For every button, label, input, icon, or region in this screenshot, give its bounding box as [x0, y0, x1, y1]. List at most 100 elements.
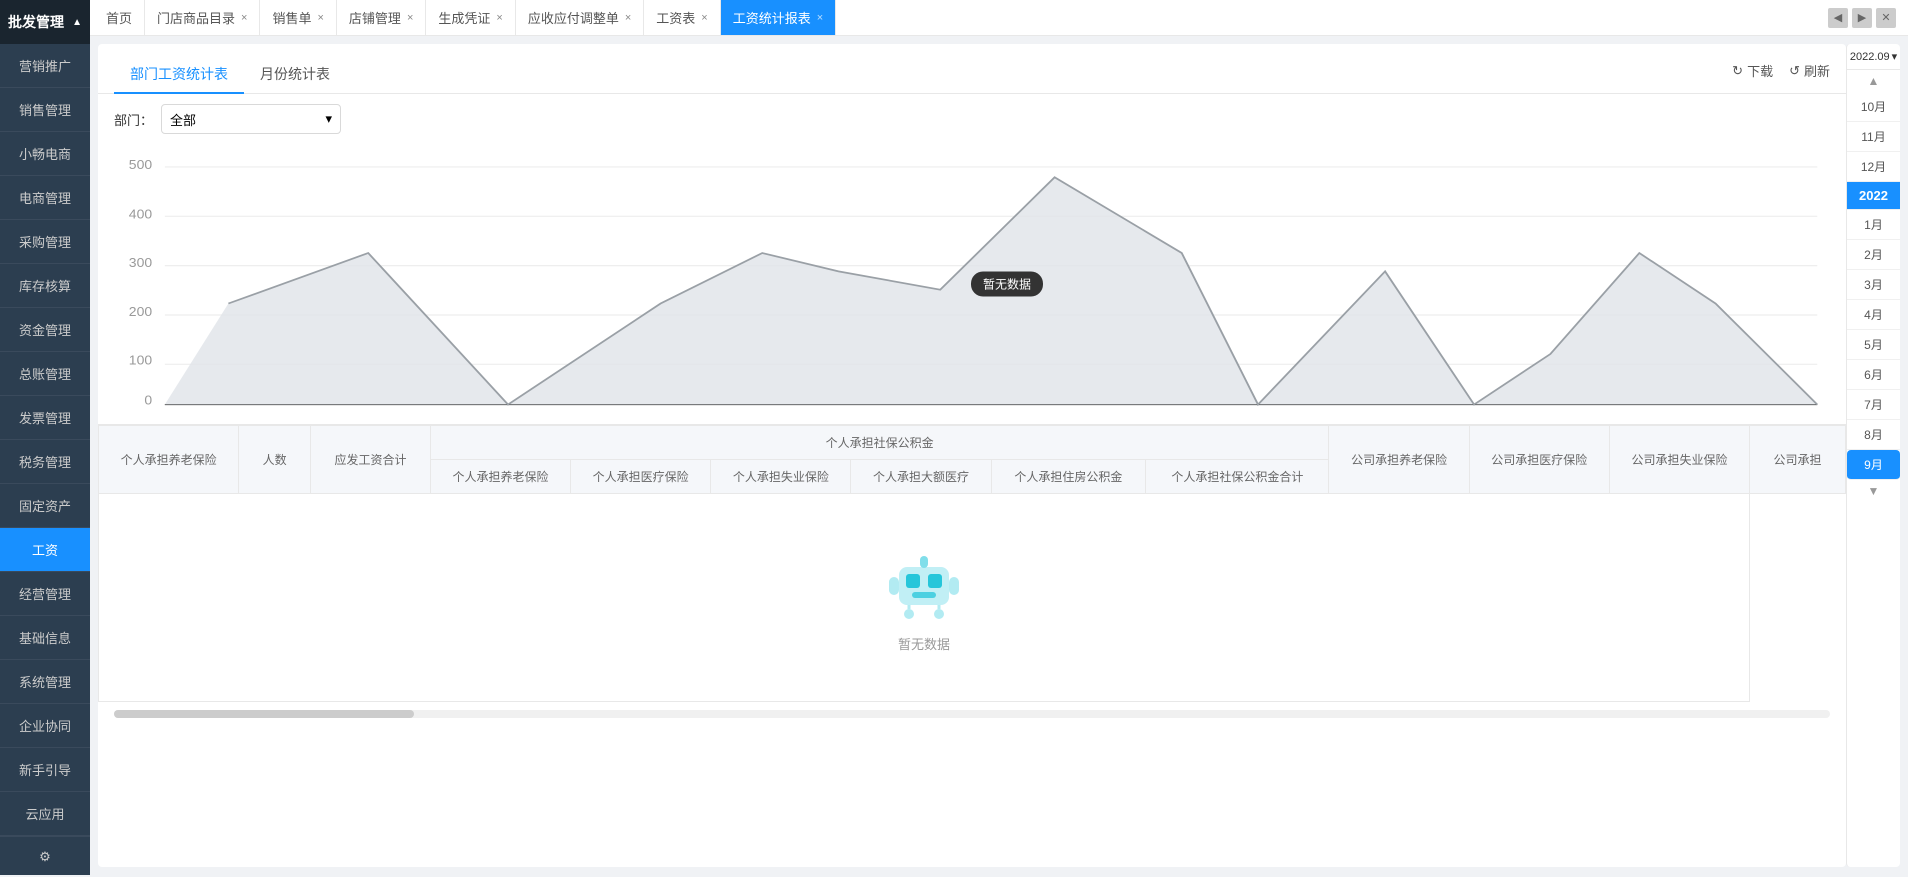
sidebar-header[interactable]: 批发管理 ▲ [0, 0, 90, 44]
date-month-10[interactable]: 10月 [1847, 92, 1900, 122]
sidebar-item-purchase[interactable]: 采购管理 [0, 220, 90, 264]
date-month-12[interactable]: 12月 [1847, 152, 1900, 182]
date-month-1[interactable]: 1月 [1847, 210, 1900, 240]
sidebar-item-invoice[interactable]: 发票管理 [0, 396, 90, 440]
sidebar-item-inventory[interactable]: 库存核算 [0, 264, 90, 308]
sidebar-item-finance[interactable]: 资金管理 [0, 308, 90, 352]
col-personal-medical: 个人承担医疗保险 [571, 460, 711, 494]
col-personal-total: 个人承担社保公积金合计 [1146, 460, 1329, 494]
tab-shop-mgmt[interactable]: 店铺管理 × [337, 0, 426, 36]
sidebar-item-xiaochangec[interactable]: 小畅电商 [0, 132, 90, 176]
date-month-11[interactable]: 11月 [1847, 122, 1900, 152]
tab-close-ar-ap[interactable]: × [625, 12, 631, 24]
col-total-salary: 应发工资合计 [311, 426, 431, 494]
sidebar-item-guide[interactable]: 新手引导 [0, 748, 90, 792]
tab-close-all-button[interactable]: ✕ [1876, 8, 1896, 28]
date-month-2[interactable]: 2月 [1847, 240, 1900, 270]
dept-select-value: 全部 [170, 110, 196, 129]
chart-area: 500 400 300 200 100 0 [98, 144, 1846, 424]
page-area: 部门工资统计表 月份统计表 ↻ 下载 ↺ 刷新 [90, 36, 1908, 875]
col-personal-major-medical: 个人承担大额医疗 [851, 460, 991, 494]
date-month-8[interactable]: 8月 [1847, 420, 1900, 450]
horizontal-scrollbar[interactable] [114, 710, 1830, 718]
sidebar-item-system[interactable]: 系统管理 [0, 660, 90, 704]
date-nav-down-button[interactable]: ▼ [1847, 480, 1900, 502]
tab-voucher[interactable]: 生成凭证 × [426, 0, 515, 36]
col-company-old: 公司承担养老保险 [1329, 426, 1469, 494]
svg-text:500: 500 [129, 158, 152, 172]
dept-select[interactable]: 全部 ▾ [161, 104, 341, 134]
col-personal-old: 个人承担养老保险 [430, 460, 570, 494]
sidebar-item-basic-info[interactable]: 基础信息 [0, 616, 90, 660]
tab-close-payroll-report[interactable]: × [817, 12, 823, 24]
date-current-label[interactable]: 2022.09 ▾ [1847, 44, 1900, 70]
scrollbar-thumb[interactable] [114, 710, 414, 718]
sub-tab-monthly[interactable]: 月份统计表 [244, 56, 346, 94]
tab-scroll-left-button[interactable]: ◀ [1828, 8, 1848, 28]
sidebar-item-ledger[interactable]: 总账管理 [0, 352, 90, 396]
sidebar-item-sales[interactable]: 销售管理 [0, 88, 90, 132]
tab-store-catalog[interactable]: 门店商品目录 × [145, 0, 260, 36]
col-personal-social: 个人承担社保公积金 [430, 426, 1329, 460]
sidebar-item-tax[interactable]: 税务管理 [0, 440, 90, 484]
date-month-6[interactable]: 6月 [1847, 360, 1900, 390]
sidebar-item-ecommerce[interactable]: 电商管理 [0, 176, 90, 220]
sidebar-item-assets[interactable]: 固定资产 [0, 484, 90, 528]
sidebar-title: 批发管理 [8, 12, 64, 32]
tab-ar-ap[interactable]: 应收应付调整单 × [516, 0, 644, 36]
empty-text: 暂无数据 [898, 634, 950, 653]
tab-close-shop-mgmt[interactable]: × [407, 12, 413, 24]
sidebar-item-operations[interactable]: 经营管理 [0, 572, 90, 616]
svg-text:300: 300 [129, 255, 152, 269]
table-area[interactable]: 个人承担养老保险 人数 应发工资合计 个人承担社保公积金 公司承担养老保险 公司… [98, 424, 1846, 867]
tab-bar-actions: ◀ ▶ ✕ [1828, 8, 1904, 28]
download-icon: ↻ [1732, 63, 1743, 79]
sidebar-item-payroll[interactable]: 工资 [0, 528, 90, 572]
sidebar-item-cloud[interactable]: 云应用 [0, 792, 90, 836]
col-company-medical: 公司承担医疗保险 [1469, 426, 1609, 494]
date-dropdown-icon: ▾ [1892, 50, 1898, 63]
tab-home[interactable]: 首页 [94, 0, 145, 36]
tab-sales[interactable]: 销售单 × [260, 0, 336, 36]
date-month-7[interactable]: 7月 [1847, 390, 1900, 420]
download-button[interactable]: ↻ 下载 [1732, 61, 1773, 80]
sub-tab-dept-payroll[interactable]: 部门工资统计表 [114, 56, 244, 94]
col-personal-housing: 个人承担住房公积金 [991, 460, 1146, 494]
col-dept: 个人承担养老保险 [99, 426, 239, 494]
tab-close-store-catalog[interactable]: × [241, 12, 247, 24]
chart-svg: 500 400 300 200 100 0 [114, 152, 1830, 416]
sidebar-item-cooperation[interactable]: 企业协同 [0, 704, 90, 748]
date-month-3[interactable]: 3月 [1847, 270, 1900, 300]
tab-close-sales[interactable]: × [317, 12, 323, 24]
tab-bar: 首页 门店商品目录 × 销售单 × 店铺管理 × 生成凭证 × 应收应付调整单 … [90, 0, 1908, 36]
main-content: 首页 门店商品目录 × 销售单 × 店铺管理 × 生成凭证 × 应收应付调整单 … [90, 0, 1908, 875]
tab-payroll-report[interactable]: 工资统计报表 × [721, 0, 836, 36]
col-company-other: 公司承担 [1750, 426, 1846, 494]
svg-text:0: 0 [144, 393, 152, 407]
tab-payroll[interactable]: 工资表 × [644, 0, 720, 36]
date-month-4[interactable]: 4月 [1847, 300, 1900, 330]
content-panel: 部门工资统计表 月份统计表 ↻ 下载 ↺ 刷新 [98, 44, 1846, 867]
toolbar-left: 部门： 全部 ▾ [114, 104, 341, 134]
date-sidebar: 2022.09 ▾ ▲ 10月 11月 12月 2022 1月 2月 [1846, 44, 1900, 867]
date-nav-up-button[interactable]: ▲ [1847, 70, 1900, 92]
sub-tabs: 部门工资统计表 月份统计表 ↻ 下载 ↺ 刷新 [98, 44, 1846, 94]
refresh-icon: ↺ [1789, 63, 1800, 79]
date-month-9[interactable]: 9月 [1847, 450, 1900, 480]
tab-scroll-right-button[interactable]: ▶ [1852, 8, 1872, 28]
date-month-5[interactable]: 5月 [1847, 330, 1900, 360]
data-table: 个人承担养老保险 人数 应发工资合计 个人承担社保公积金 公司承担养老保险 公司… [98, 425, 1846, 702]
date-year-2022[interactable]: 2022 [1847, 182, 1900, 210]
dept-select-arrow: ▾ [325, 111, 332, 127]
dept-label: 部门： [114, 110, 153, 129]
sidebar-settings-button[interactable]: ⚙ [0, 836, 90, 877]
tab-close-payroll[interactable]: × [701, 12, 707, 24]
empty-icon [884, 542, 964, 622]
table-row: 暂无数据 [99, 494, 1846, 702]
dept-filter-toolbar: 部门： 全部 ▾ [98, 94, 1846, 144]
tab-close-voucher[interactable]: × [496, 12, 502, 24]
col-count: 人数 [239, 426, 311, 494]
sidebar: 批发管理 ▲ 营销推广 销售管理 小畅电商 电商管理 采购管理 库存核算 资金管… [0, 0, 90, 875]
refresh-button[interactable]: ↺ 刷新 [1789, 61, 1830, 80]
sidebar-item-marketing[interactable]: 营销推广 [0, 44, 90, 88]
